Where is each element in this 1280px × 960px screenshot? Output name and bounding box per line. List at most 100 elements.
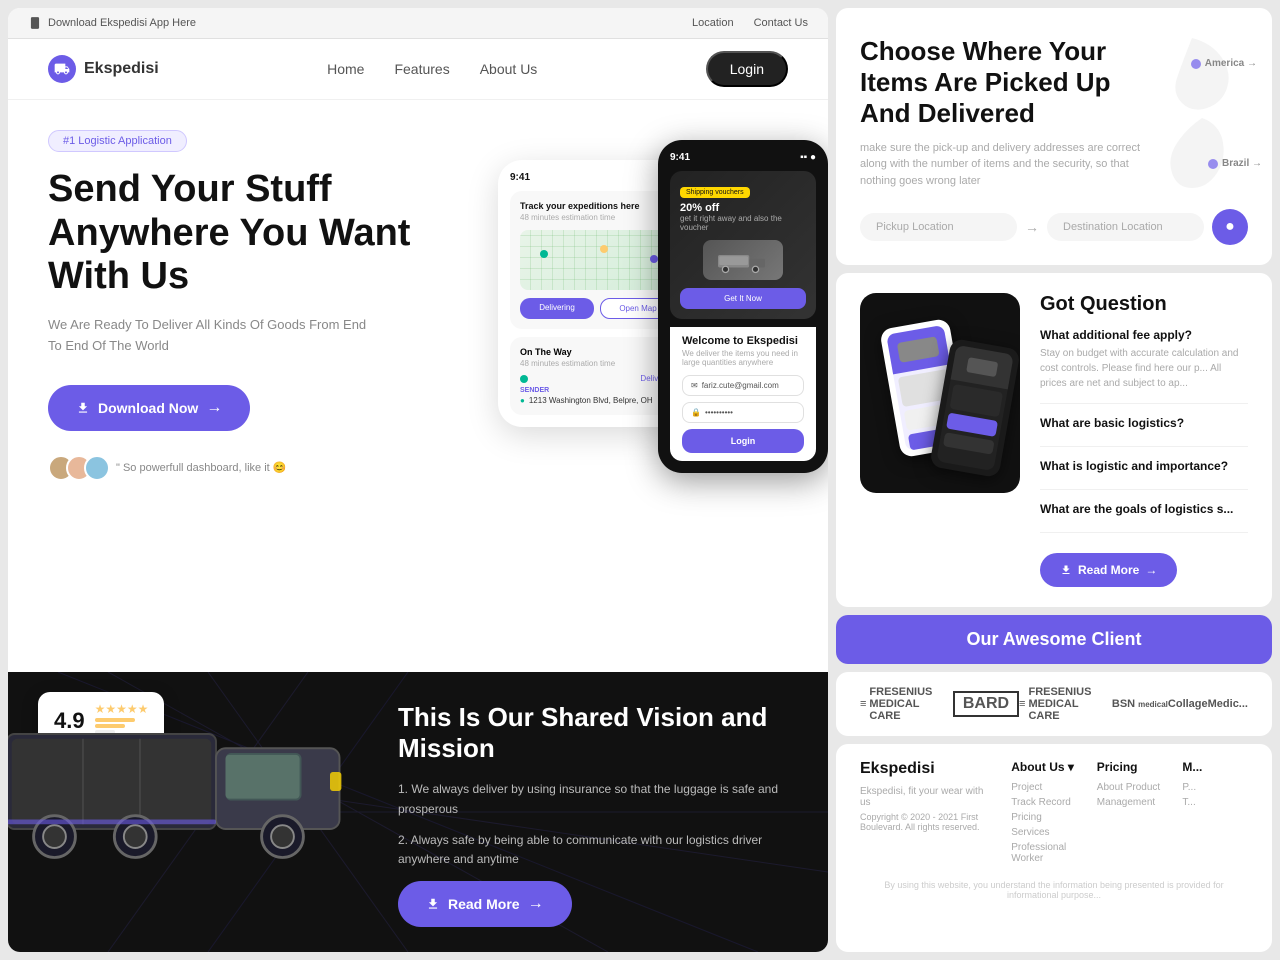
faq-item-3: What is logistic and importance? bbox=[1040, 459, 1248, 490]
footer-link-services[interactable]: Services bbox=[1011, 827, 1077, 838]
america-pin: America → bbox=[1191, 58, 1257, 69]
pick-section: Choose Where Your Items Are Picked Up An… bbox=[836, 8, 1272, 265]
america-dot bbox=[1191, 59, 1201, 69]
onway-status: Delivering bbox=[520, 374, 676, 383]
download-label: Download Now bbox=[98, 400, 198, 416]
password-field[interactable]: 🔒 •••••••••• bbox=[682, 402, 804, 423]
faq-question-2[interactable]: What are basic logistics? bbox=[1040, 416, 1248, 430]
nav-links: Home Features About Us bbox=[327, 61, 537, 77]
faq-title: Got Question bbox=[1040, 293, 1248, 316]
footer-col-pricing: Pricing About Product Management bbox=[1097, 760, 1163, 868]
footer-link-t[interactable]: T... bbox=[1182, 797, 1248, 808]
get-it-btn[interactable]: Get It Now bbox=[680, 288, 806, 309]
footer-grid: Ekspedisi Ekspedisi, fit your wear with … bbox=[860, 760, 1248, 868]
pick-sub: make sure the pick-up and delivery addre… bbox=[860, 140, 1160, 190]
logo-icon bbox=[48, 55, 76, 83]
track-btn-row: Delivering Open Map bbox=[520, 298, 676, 319]
phone-mockups: 9:41 ▪▪ ● Track your expeditions here 48… bbox=[478, 160, 828, 580]
avatar-3 bbox=[84, 455, 110, 481]
nav-home[interactable]: Home bbox=[327, 61, 364, 77]
top-bar-left: Download Ekspedisi App Here bbox=[28, 16, 196, 30]
footer-link-track[interactable]: Track Record bbox=[1011, 797, 1077, 808]
nav: Ekspedisi Home Features About Us Login bbox=[8, 39, 828, 100]
login-button[interactable]: Login bbox=[706, 51, 788, 87]
map-dot-green bbox=[540, 250, 548, 258]
hero-title: Send Your Stuff Anywhere You Want With U… bbox=[48, 168, 468, 299]
sender-label: SENDER bbox=[520, 387, 676, 394]
faq-question-3[interactable]: What is logistic and importance? bbox=[1040, 459, 1248, 473]
footer-link-about-product[interactable]: About Product bbox=[1097, 782, 1163, 793]
track-title: Track your expeditions here bbox=[520, 201, 676, 211]
faq-question-4[interactable]: What are the goals of logistics s... bbox=[1040, 502, 1248, 516]
location-link[interactable]: Location bbox=[692, 17, 734, 29]
download-label: Download Ekspedisi App Here bbox=[48, 17, 196, 29]
read-more-button[interactable]: Read More → bbox=[1040, 553, 1177, 587]
arrow-icon: → bbox=[1145, 563, 1157, 577]
footer-link-professional[interactable]: Professional Worker bbox=[1011, 842, 1077, 864]
logo-fresenius-2: ≡ FRESENIUSMEDICAL CARE bbox=[1019, 686, 1112, 722]
footer-bottom: By using this website, you understand th… bbox=[860, 880, 1248, 900]
sender-addr: ● 1213 Washington Blvd, Belpre, OH bbox=[520, 396, 676, 405]
footer-link-pricing[interactable]: Pricing bbox=[1011, 812, 1077, 823]
arrow-separator: → bbox=[1025, 219, 1039, 235]
mission-content: This Is Our Shared Vision and Mission 1.… bbox=[398, 702, 788, 952]
faq-question-1[interactable]: What additional fee apply? bbox=[1040, 328, 1248, 342]
contact-link[interactable]: Contact Us bbox=[754, 17, 808, 29]
faq-section: Got Question What additional fee apply? … bbox=[836, 273, 1272, 607]
logo-bard: BARD bbox=[953, 691, 1019, 717]
brazil-pin: Brazil → bbox=[1208, 158, 1262, 169]
footer-link-project[interactable]: Project bbox=[1011, 782, 1077, 793]
logo-collage: CollageMedic... bbox=[1168, 698, 1248, 710]
mini-dark-screen bbox=[936, 345, 1014, 471]
phones-image bbox=[860, 293, 1020, 493]
brazil-label: Brazil → bbox=[1222, 158, 1262, 169]
left-panel: Download Ekspedisi App Here Location Con… bbox=[8, 8, 828, 952]
pickup-input[interactable]: Pickup Location bbox=[860, 213, 1017, 241]
footer-brand-title: Ekspedisi bbox=[860, 760, 991, 778]
top-bar-right: Location Contact Us bbox=[692, 17, 808, 29]
arrow-icon: → bbox=[528, 895, 544, 913]
footer-col-about-title: About Us ▾ bbox=[1011, 760, 1077, 774]
mission-title: This Is Our Shared Vision and Mission bbox=[398, 702, 788, 764]
dark-time: 9:41 ▪▪ ● bbox=[670, 152, 816, 163]
read-more-label: Read More bbox=[448, 896, 520, 912]
delivering-btn[interactable]: Delivering bbox=[520, 298, 594, 319]
pick-title: Choose Where Your Items Are Picked Up An… bbox=[860, 36, 1160, 130]
truck-svg bbox=[8, 696, 368, 867]
logos-section: ≡ FRESENIUSMEDICAL CARE BARD ≡ FRESENIUS… bbox=[836, 672, 1272, 736]
mission-item-1: 1. We always deliver by using insurance … bbox=[398, 780, 788, 818]
footer-col-pricing-title: Pricing bbox=[1097, 760, 1163, 774]
mission-item-2: 2. Always safe by being able to communic… bbox=[398, 831, 788, 869]
onway-sub: 48 minutes estimation time bbox=[520, 359, 676, 368]
faq-item-4: What are the goals of logistics s... bbox=[1040, 502, 1248, 533]
brazil-dot bbox=[1208, 159, 1218, 169]
read-more-button[interactable]: Read More → bbox=[398, 881, 572, 927]
logo-bsn: BSN medical bbox=[1112, 698, 1168, 710]
login-section: Welcome to Ekspedisi We deliver the item… bbox=[670, 327, 816, 461]
map-area: America → Brazil → bbox=[1122, 28, 1262, 233]
phone-dark: 9:41 ▪▪ ● Shipping vouchers 20% off get … bbox=[658, 140, 828, 473]
truck-illustration bbox=[8, 696, 368, 872]
shipping-badge: Shipping vouchers bbox=[680, 187, 750, 198]
footer-section: Ekspedisi Ekspedisi, fit your wear with … bbox=[836, 744, 1272, 952]
hero-section: #1 Logistic Application Send Your Stuff … bbox=[8, 100, 828, 672]
footer-link-p[interactable]: P... bbox=[1182, 782, 1248, 793]
faq-item-2: What are basic logistics? bbox=[1040, 416, 1248, 447]
nav-features[interactable]: Features bbox=[394, 61, 449, 77]
truck-icon bbox=[703, 240, 783, 280]
nav-about[interactable]: About Us bbox=[480, 61, 538, 77]
arrow-icon: → bbox=[206, 399, 222, 417]
track-sub: 48 minutes estimation time bbox=[520, 213, 676, 222]
login-btn[interactable]: Login bbox=[682, 429, 804, 453]
email-field[interactable]: ✉ fariz.cute@gmail.com bbox=[682, 375, 804, 396]
logo-fresenius-1: ≡ FRESENIUSMEDICAL CARE bbox=[860, 686, 953, 722]
brand-name: Ekspedisi bbox=[84, 60, 159, 78]
footer-link-management[interactable]: Management bbox=[1097, 797, 1163, 808]
download-button[interactable]: Download Now → bbox=[48, 385, 250, 431]
avatar-stack bbox=[48, 455, 110, 481]
footer-brand: Ekspedisi Ekspedisi, fit your wear with … bbox=[860, 760, 991, 868]
shipping-card: Shipping vouchers 20% off get it right a… bbox=[670, 171, 816, 319]
welcome-sub: We deliver the items you need in large q… bbox=[682, 349, 804, 367]
shipping-sub: get it right away and also the voucher bbox=[680, 214, 806, 232]
footer-col-about: About Us ▾ Project Track Record Pricing … bbox=[1011, 760, 1077, 868]
